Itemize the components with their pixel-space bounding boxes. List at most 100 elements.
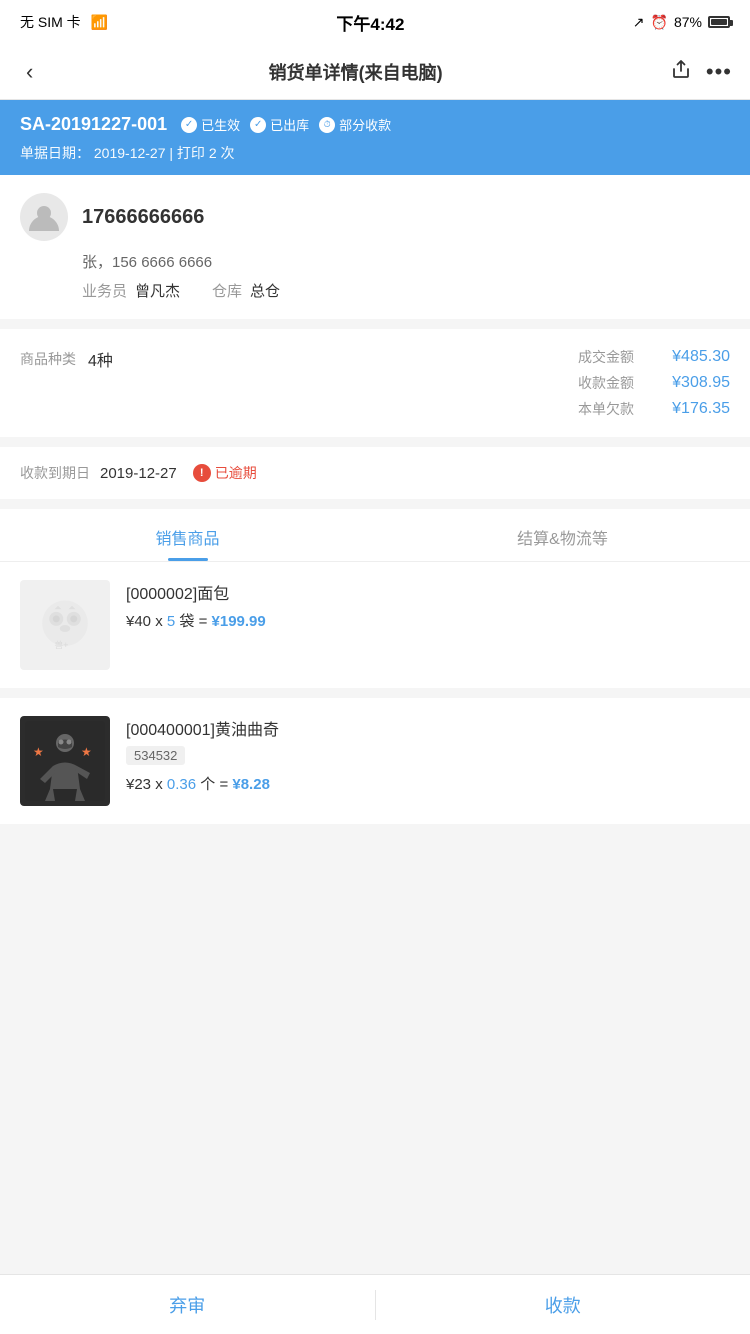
product-sku-tag-2: 534532: [126, 746, 185, 765]
status-left: 无 SIM 卡 📶: [20, 12, 108, 32]
product-equals-2: =: [219, 776, 232, 793]
product-total-1: ¥199.99: [212, 613, 266, 630]
product-price-row-2: ¥23 x 0.36 个 = ¥8.28: [126, 773, 730, 794]
product-item-1: 兽+ [0000002]面包 ¥40 x 5 袋 = ¥199.99: [0, 562, 750, 688]
overdue-icon: !: [193, 464, 211, 482]
product-list: 兽+ [0000002]面包 ¥40 x 5 袋 = ¥199.99: [0, 562, 750, 904]
received-row: 收款金额 ¥308.95: [578, 373, 730, 393]
back-button[interactable]: ‹: [18, 51, 41, 93]
product-thumb-1: 兽+: [20, 580, 110, 670]
check-icon-1: ✓: [181, 117, 197, 133]
status-time: 下午4:42: [336, 10, 404, 35]
product-multiply-1: x: [155, 613, 167, 630]
badge-effected: ✓ 已生效: [181, 115, 240, 134]
product-qty-1: 5: [167, 613, 175, 630]
received-value: ¥308.95: [650, 374, 730, 392]
salesperson-value: 曾凡杰: [135, 280, 180, 301]
product-code-2: [000400001]: [126, 722, 215, 739]
warehouse-info: 仓库 总仓: [212, 280, 280, 301]
tab-settlement-label: 结算&物流等: [517, 531, 608, 548]
salesperson-info: 业务员 曾凡杰: [82, 280, 180, 301]
due-date-value: 2019-12-27: [100, 465, 177, 482]
amount-label: 成交金额: [578, 347, 634, 367]
tab-sales-label: 销售商品: [155, 531, 219, 548]
stats-category: 商品种类 4种: [20, 347, 375, 371]
svg-text:★: ★: [81, 745, 92, 759]
product-price-1: ¥40: [126, 613, 151, 630]
due-date-label: 收款到期日: [20, 463, 90, 483]
debt-row: 本单欠款 ¥176.35: [578, 399, 730, 419]
product-qty-2: 0.36: [167, 776, 196, 793]
product-info-2: [000400001]黄油曲奇 534532 ¥23 x 0.36 个 = ¥8…: [126, 716, 730, 794]
customer-detail-row: 业务员 曾凡杰 仓库 总仓: [20, 280, 730, 301]
alarm-icon: ⏰: [651, 14, 668, 31]
svg-text:兽+: 兽+: [55, 639, 69, 650]
tab-settlement[interactable]: 结算&物流等: [375, 509, 750, 561]
debt-value: ¥176.35: [650, 400, 730, 418]
order-id: SA-20191227-001: [20, 114, 167, 135]
badge-partial-label: 部分收款: [339, 115, 391, 134]
badge-effected-label: 已生效: [201, 115, 240, 134]
customer-card: 17666666666 张，156 6666 6666 业务员 曾凡杰 仓库 总…: [0, 175, 750, 319]
status-right: ↗ ⏰ 87%: [633, 14, 730, 31]
amount-value: ¥485.30: [650, 348, 730, 366]
page-title: 销货单详情(来自电脑): [269, 59, 443, 85]
product-unit-2: 个: [200, 776, 215, 793]
product-thumb-2: ★ ★: [20, 716, 110, 806]
due-date-section: 收款到期日 2019-12-27 ! 已逾期: [0, 447, 750, 499]
customer-avatar: [20, 193, 68, 241]
debt-label: 本单欠款: [578, 399, 634, 419]
collect-payment-button[interactable]: 收款: [376, 1275, 750, 1334]
warehouse-value: 总仓: [250, 280, 280, 301]
overdue-text: 已逾期: [215, 463, 257, 483]
status-badges: ✓ 已生效 ✓ 已出库 ⏱ 部分收款: [181, 115, 391, 134]
order-date-value: 2019-12-27: [94, 145, 166, 161]
product-multiply-2: x: [155, 776, 167, 793]
badge-shipped-label: 已出库: [270, 115, 309, 134]
category-value: 4种: [88, 347, 113, 371]
bottom-bar: 弃审 收款: [0, 1274, 750, 1334]
product-price-2: ¥23: [126, 776, 151, 793]
product-price-row-1: ¥40 x 5 袋 = ¥199.99: [126, 610, 730, 631]
sim-status: 无 SIM 卡: [20, 14, 81, 30]
warehouse-label: 仓库: [212, 280, 242, 301]
overdue-badge: ! 已逾期: [193, 463, 257, 483]
tab-sales-products[interactable]: 销售商品: [0, 509, 375, 561]
product-name-2: [000400001]黄油曲奇: [126, 716, 730, 740]
order-date-label: 单据日期：: [20, 145, 90, 161]
more-icon[interactable]: •••: [706, 59, 732, 85]
check-icon-2: ✓: [250, 117, 266, 133]
customer-info: 张，156 6666 6666: [20, 251, 730, 272]
status-bar: 无 SIM 卡 📶 下午4:42 ↗ ⏰ 87%: [0, 0, 750, 44]
product-equals-1: =: [199, 613, 212, 630]
cancel-review-button[interactable]: 弃审: [0, 1275, 375, 1334]
wifi-icon: 📶: [91, 14, 108, 30]
badge-shipped: ✓ 已出库: [250, 115, 309, 134]
order-banner: SA-20191227-001 ✓ 已生效 ✓ 已出库 ⏱ 部分收款 单据日期：…: [0, 100, 750, 175]
received-label: 收款金额: [578, 373, 634, 393]
product-total-2: ¥8.28: [232, 776, 270, 793]
location-icon: ↗: [633, 14, 645, 31]
svg-text:★: ★: [33, 745, 44, 759]
nav-actions: •••: [670, 58, 732, 86]
salesperson-label: 业务员: [82, 280, 127, 301]
clock-icon: ⏱: [319, 117, 335, 133]
product-code-1: [0000002]: [126, 586, 197, 603]
battery-icon: [708, 16, 730, 28]
product-name-1: [0000002]面包: [126, 580, 730, 604]
battery-level: 87%: [674, 14, 702, 30]
product-item-2: ★ ★ [000400001]黄油曲奇 534532 ¥23 x 0.36 个 …: [0, 698, 750, 824]
product-unit-1: 袋: [179, 613, 194, 630]
nav-bar: ‹ 销货单详情(来自电脑) •••: [0, 44, 750, 100]
amount-row: 成交金额 ¥485.30: [578, 347, 730, 367]
order-print-info: | 打印 2 次: [169, 145, 234, 161]
product-info-1: [0000002]面包 ¥40 x 5 袋 = ¥199.99: [126, 580, 730, 631]
share-icon[interactable]: [670, 58, 692, 86]
badge-partial: ⏱ 部分收款: [319, 115, 391, 134]
stats-section: 商品种类 4种 成交金额 ¥485.30 收款金额 ¥308.95 本单欠款 ¥…: [0, 329, 750, 437]
order-date-row: 单据日期： 2019-12-27 | 打印 2 次: [20, 143, 730, 163]
customer-name: 17666666666: [82, 206, 204, 229]
tabs-container: 销售商品 结算&物流等: [0, 509, 750, 562]
category-label: 商品种类: [20, 349, 76, 369]
stats-amounts: 成交金额 ¥485.30 收款金额 ¥308.95 本单欠款 ¥176.35: [375, 347, 730, 419]
